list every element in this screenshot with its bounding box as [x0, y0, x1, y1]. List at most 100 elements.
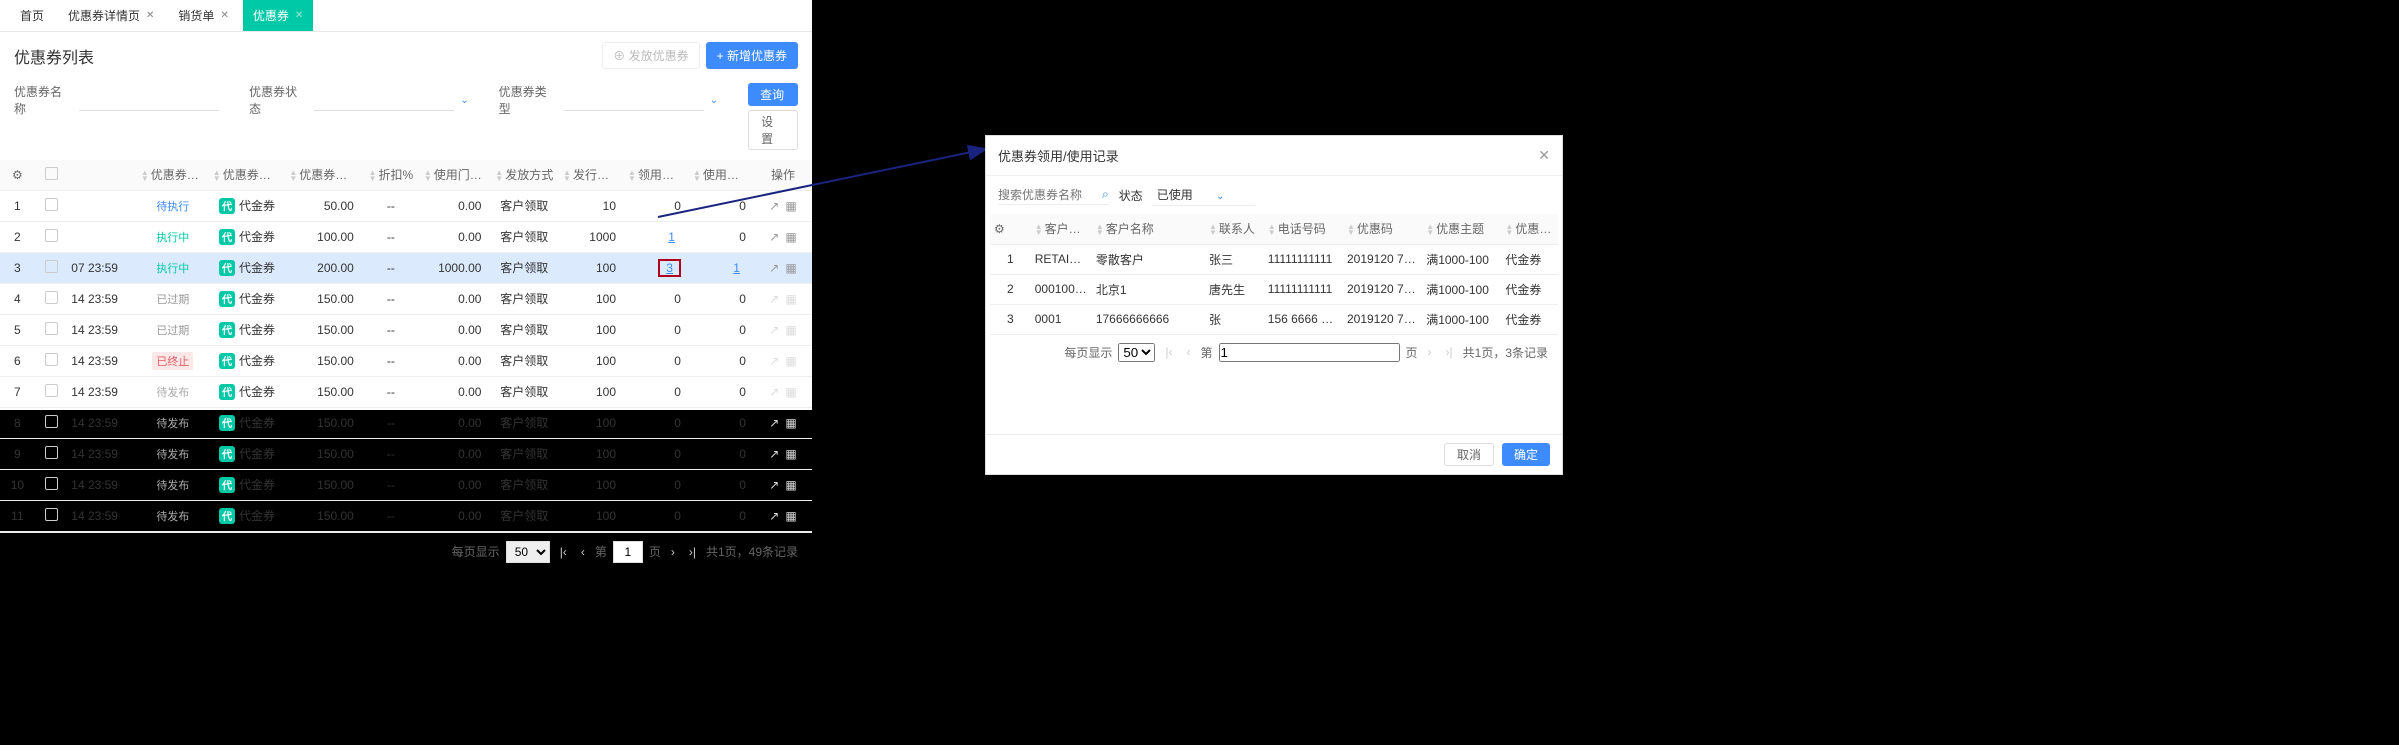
status-badge: 执行中: [152, 228, 193, 246]
table-row[interactable]: 3 07 23:59 执行中 代代金券 200.00 -- 1000.00 客户…: [0, 252, 812, 283]
claim-count-link[interactable]: 3: [658, 259, 681, 277]
row-checkbox[interactable]: [45, 322, 58, 335]
detail-page-input[interactable]: [1219, 343, 1400, 362]
table-row[interactable]: 8 14 23:59 待发布 代代金券 150.00 -- 0.00 客户领取 …: [0, 407, 812, 438]
filter-status-select[interactable]: [314, 89, 454, 111]
table-row[interactable]: 10 14 23:59 待发布 代代金券 150.00 -- 0.00 客户领取…: [0, 469, 812, 500]
query-button[interactable]: 查询: [748, 83, 798, 106]
tab[interactable]: 优惠券✕: [243, 0, 313, 31]
column-header[interactable]: ▲▼优惠券类型: [209, 160, 286, 190]
column-header[interactable]: ▲▼电话号码: [1264, 214, 1343, 244]
column-header[interactable]: [35, 160, 67, 190]
next-page-button[interactable]: ›: [667, 545, 679, 559]
row-checkbox[interactable]: [45, 198, 58, 211]
close-icon[interactable]: ✕: [146, 10, 154, 21]
table-row[interactable]: 9 14 23:59 待发布 代代金券 150.00 -- 0.00 客户领取 …: [0, 438, 812, 469]
select-all-checkbox[interactable]: [45, 167, 58, 180]
detail-status-select[interactable]: 已使用 ⌄: [1153, 184, 1255, 206]
detail-first-page-button[interactable]: |‹: [1161, 345, 1176, 359]
issue-coupon-button[interactable]: ⊕ 发放优惠券: [602, 42, 699, 69]
table-row[interactable]: 1 待执行 代代金券 50.00 -- 0.00 客户领取 10 0 0 ↗▦: [0, 190, 812, 221]
close-icon[interactable]: ✕: [1538, 147, 1550, 164]
first-page-button[interactable]: |‹: [556, 545, 571, 559]
tab[interactable]: 首页: [10, 0, 54, 31]
column-header[interactable]: ▲▼发放方式: [489, 160, 559, 190]
column-header[interactable]: ▲▼使用数量: [689, 160, 754, 190]
cancel-button[interactable]: 取消: [1444, 443, 1494, 466]
detail-prev-page-button[interactable]: ‹: [1182, 345, 1194, 359]
voucher-icon: 代: [219, 508, 235, 524]
detail-next-page-button[interactable]: ›: [1424, 345, 1436, 359]
table-row[interactable]: 4 14 23:59 已过期 代代金券 150.00 -- 0.00 客户领取 …: [0, 283, 812, 314]
table-row[interactable]: 5 14 23:59 已过期 代代金券 150.00 -- 0.00 客户领取 …: [0, 314, 812, 345]
filter-type-select[interactable]: [564, 89, 704, 111]
column-header[interactable]: ▲▼客户名称: [1092, 214, 1205, 244]
column-header[interactable]: ▲▼折扣%: [362, 160, 420, 190]
search-icon[interactable]: ⌕: [1102, 187, 1109, 202]
qrcode-icon[interactable]: ▦: [785, 199, 796, 213]
row-checkbox[interactable]: [45, 477, 58, 490]
status-badge: 待发布: [152, 383, 193, 401]
gear-icon[interactable]: ⚙: [994, 222, 1008, 236]
claim-count-link[interactable]: 1: [662, 230, 681, 244]
row-checkbox[interactable]: [45, 260, 58, 273]
column-header[interactable]: ⚙: [0, 160, 35, 190]
column-header[interactable]: ▲▼优惠券状态: [137, 160, 209, 190]
column-header[interactable]: ▲▼领用数量: [624, 160, 689, 190]
close-icon[interactable]: ✕: [220, 10, 228, 21]
last-page-button[interactable]: ›|: [685, 545, 700, 559]
column-header[interactable]: ▲▼客户…: [1031, 214, 1092, 244]
row-checkbox[interactable]: [45, 508, 58, 521]
prev-page-button[interactable]: ‹: [577, 545, 589, 559]
row-checkbox[interactable]: [45, 291, 58, 304]
table-row[interactable]: 7 14 23:59 待发布 代代金券 150.00 -- 0.00 客户领取 …: [0, 376, 812, 407]
page-input[interactable]: [613, 541, 643, 563]
qrcode-icon[interactable]: ▦: [785, 230, 796, 244]
column-header[interactable]: ▲▼优惠券类: [1501, 214, 1558, 244]
usage-table: ⚙ ▲▼客户…▲▼客户名称▲▼联系人▲▼电话号码▲▼优惠码▲▼优惠主题▲▼优惠券类…: [990, 214, 1558, 335]
table-row[interactable]: 200010001北京1唐先生111111111112019120 70…满10…: [990, 274, 1558, 304]
table-row[interactable]: 2 执行中 代代金券 100.00 -- 0.00 客户领取 1000 1 0 …: [0, 221, 812, 252]
tab[interactable]: 销货单✕: [168, 0, 238, 31]
status-badge: 已过期: [152, 290, 193, 308]
row-checkbox[interactable]: [45, 353, 58, 366]
column-header[interactable]: ▲▼发行数量: [559, 160, 624, 190]
share-icon[interactable]: ↗: [769, 199, 779, 213]
detail-last-page-button[interactable]: ›|: [1442, 345, 1457, 359]
row-checkbox[interactable]: [45, 384, 58, 397]
column-header[interactable]: 操作: [754, 160, 812, 190]
detail-page-summary: 共1页，3条记录: [1463, 344, 1548, 361]
column-header[interactable]: ▲▼优惠主题: [1422, 214, 1501, 244]
gear-icon[interactable]: ⚙: [10, 168, 24, 182]
row-checkbox[interactable]: [45, 229, 58, 242]
confirm-button[interactable]: 确定: [1502, 443, 1550, 466]
per-page-select[interactable]: 50: [506, 541, 550, 563]
share-icon: ↗: [769, 354, 779, 368]
share-icon[interactable]: ↗: [769, 230, 779, 244]
share-icon: ↗: [769, 385, 779, 399]
column-header[interactable]: [67, 160, 137, 190]
row-checkbox[interactable]: [45, 415, 58, 428]
close-icon[interactable]: ✕: [295, 10, 303, 21]
table-row[interactable]: 11 14 23:59 待发布 代代金券 150.00 -- 0.00 客户领取…: [0, 500, 812, 531]
qrcode-icon[interactable]: ▦: [785, 261, 796, 275]
search-input[interactable]: [998, 188, 1098, 202]
column-header[interactable]: ▲▼使用门槛…: [420, 160, 490, 190]
add-coupon-button[interactable]: + 新增优惠券: [706, 42, 798, 69]
tab[interactable]: 优惠券详情页✕: [58, 0, 164, 31]
detail-per-page-select[interactable]: 50: [1118, 343, 1155, 362]
table-row[interactable]: 6 14 23:59 已终止 代代金券 150.00 -- 0.00 客户领取 …: [0, 345, 812, 376]
column-header[interactable]: ▲▼联系人: [1205, 214, 1264, 244]
chevron-down-icon: ⌄: [460, 95, 468, 106]
column-header[interactable]: ⚙: [990, 214, 1031, 244]
row-checkbox[interactable]: [45, 446, 58, 459]
use-count-link[interactable]: 1: [727, 261, 746, 275]
table-row[interactable]: 1RETAIL…零散客户张三111111111112019120 70…满100…: [990, 244, 1558, 274]
settings-button[interactable]: 设置: [748, 110, 798, 150]
table-row[interactable]: 3000117666666666张156 6666 …2019120 70…满1…: [990, 304, 1558, 334]
column-header[interactable]: ▲▼优惠码: [1343, 214, 1422, 244]
column-header[interactable]: ▲▼优惠券面值: [285, 160, 362, 190]
share-icon[interactable]: ↗: [769, 261, 779, 275]
detail-status-label: 状态: [1119, 187, 1143, 204]
filter-name-input[interactable]: [79, 89, 219, 111]
